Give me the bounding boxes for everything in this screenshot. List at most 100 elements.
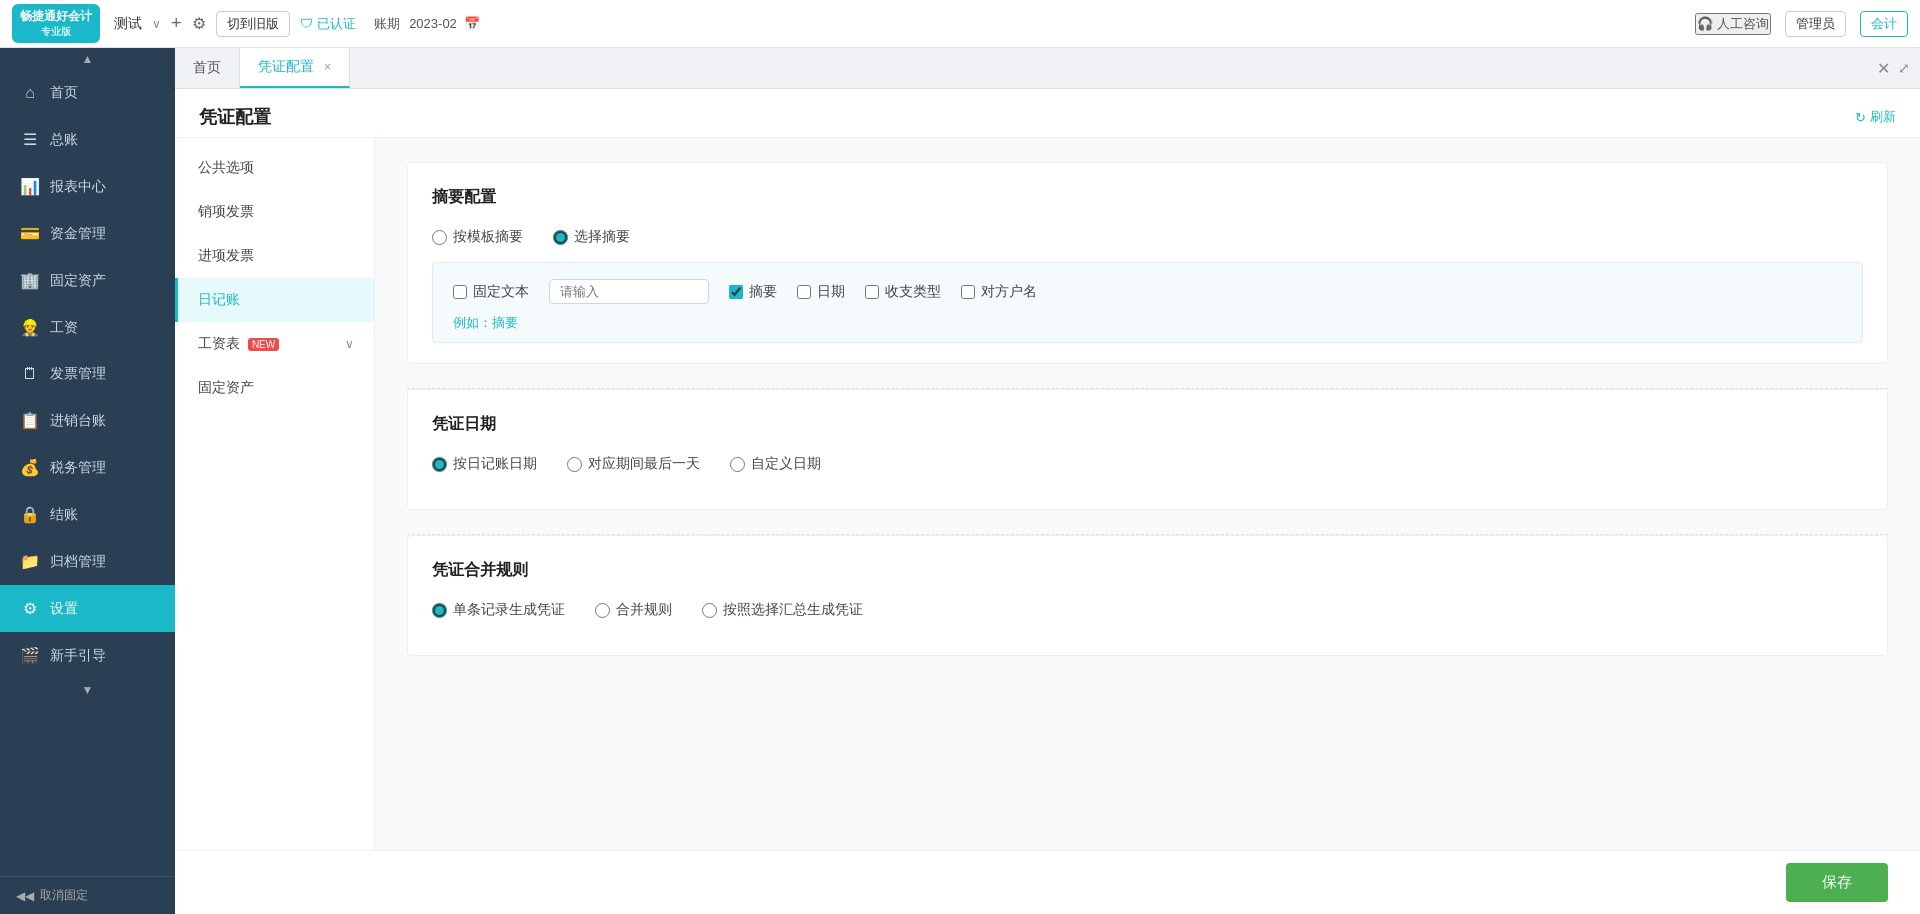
project-chevron-icon[interactable]: ∨ (152, 17, 161, 31)
left-nav-payroll-table[interactable]: 工资表 NEW ∨ (175, 322, 374, 366)
checkbox-summary[interactable]: 摘要 (729, 283, 777, 301)
config-layout: 公共选项 销项发票 进项发票 日记账 工资表 NEW (175, 138, 1920, 850)
sidebar-item-guide[interactable]: 🎬 新手引导 (0, 632, 175, 679)
logo-edition: 专业版 (41, 25, 71, 39)
top-bar: 畅捷通好会计 专业版 测试 ∨ + ⚙ 切到旧版 🛡 已认证 账期 2023-0… (0, 0, 1920, 48)
radio-merge-rule[interactable]: 合并规则 (595, 601, 672, 619)
checkbox-fixed-text[interactable]: 固定文本 (453, 283, 529, 301)
sidebar-item-settings[interactable]: ⚙ 设置 (0, 585, 175, 632)
report-icon: 📊 (20, 177, 40, 196)
tab-close-icon[interactable]: × (324, 60, 331, 74)
panel-close-button[interactable]: ✕ (1877, 59, 1890, 78)
checkbox-counterpart[interactable]: 对方户名 (961, 283, 1037, 301)
close-account-icon: 🔒 (20, 505, 40, 524)
save-bar: 保存 (175, 850, 1920, 914)
archive-icon: 📁 (20, 552, 40, 571)
logo-title: 畅捷通好会计 (20, 8, 92, 25)
left-nav-purchase-invoice[interactable]: 进项发票 (175, 234, 374, 278)
settings-gear-icon[interactable]: ⚙ (192, 14, 206, 33)
radio-single-record-input[interactable] (432, 603, 447, 618)
checkbox-income-type[interactable]: 收支类型 (865, 283, 941, 301)
switch-version-button[interactable]: 切到旧版 (216, 11, 290, 37)
settings-icon: ⚙ (20, 599, 40, 618)
admin-button[interactable]: 管理员 (1785, 11, 1846, 37)
sidebar-item-archive[interactable]: 📁 归档管理 (0, 538, 175, 585)
sidebar-item-ledger[interactable]: ☰ 总账 (0, 116, 175, 163)
radio-template-summary-input[interactable] (432, 230, 447, 245)
checkbox-date[interactable]: 日期 (797, 283, 845, 301)
tab-home[interactable]: 首页 (175, 49, 240, 87)
sidebar-item-report[interactable]: 📊 报表中心 (0, 163, 175, 210)
sidebar-item-home[interactable]: ⌂ 首页 (0, 70, 175, 116)
date-radio-group: 按日记账日期 对应期间最后一天 自定义日期 (432, 455, 1863, 473)
home-icon: ⌂ (20, 84, 40, 102)
period-label: 账期 2023-02 📅 (374, 15, 481, 33)
save-button[interactable]: 保存 (1786, 863, 1888, 902)
date-title: 凭证日期 (432, 414, 1863, 435)
support-button[interactable]: 🎧 人工咨询 (1695, 13, 1771, 35)
fixed-text-input[interactable] (549, 279, 709, 304)
checkbox-fixed-text-input[interactable] (453, 285, 467, 299)
sidebar-item-tax[interactable]: 💰 税务管理 (0, 444, 175, 491)
radio-select-summary-merge[interactable]: 按照选择汇总生成凭证 (702, 601, 863, 619)
left-nav-sales-invoice[interactable]: 销项发票 (175, 190, 374, 234)
date-section: 凭证日期 按日记账日期 对应期间最后一天 (407, 389, 1888, 510)
config-panel: 摘要配置 按模板摘要 选择摘要 (375, 138, 1920, 850)
tax-icon: 💰 (20, 458, 40, 477)
sidebar-item-capital[interactable]: 💳 资金管理 (0, 210, 175, 257)
radio-journal-date[interactable]: 按日记账日期 (432, 455, 537, 473)
payroll-icon: 👷 (20, 318, 40, 337)
project-name: 测试 (114, 15, 142, 33)
sidebar-item-fixed-asset-main[interactable]: 🏢 固定资产 (0, 257, 175, 304)
merge-radio-group: 单条记录生成凭证 合并规则 按照选择汇总生成凭证 (432, 601, 1863, 619)
refresh-button[interactable]: ↻ 刷新 (1855, 108, 1896, 126)
radio-select-summary[interactable]: 选择摘要 (553, 228, 630, 246)
sidebar-scroll-up[interactable]: ▲ (0, 48, 175, 70)
chevron-down-icon: ∨ (345, 337, 354, 351)
radio-period-last-input[interactable] (567, 457, 582, 472)
panel-expand-icon[interactable]: ⤢ (1898, 60, 1910, 76)
headset-icon: 🎧 (1697, 16, 1713, 31)
radio-custom-date[interactable]: 自定义日期 (730, 455, 821, 473)
sidebar-item-payroll[interactable]: 👷 工资 (0, 304, 175, 351)
merge-title: 凭证合并规则 (432, 560, 1863, 581)
radio-period-last[interactable]: 对应期间最后一天 (567, 455, 700, 473)
calendar-icon[interactable]: 📅 (464, 16, 480, 31)
radio-custom-date-input[interactable] (730, 457, 745, 472)
radio-select-summary-input[interactable] (553, 230, 568, 245)
content-area: 首页 凭证配置 × ✕ ⤢ 凭证配置 ↻ 刷新 (175, 48, 1920, 914)
app-logo: 畅捷通好会计 专业版 (12, 4, 100, 43)
summary-section: 摘要配置 按模板摘要 选择摘要 (407, 162, 1888, 364)
tab-voucher-config[interactable]: 凭证配置 × (240, 48, 350, 88)
checkbox-date-input[interactable] (797, 285, 811, 299)
left-nav-journal[interactable]: 日记账 (175, 278, 374, 322)
tab-bar-actions: ✕ ⤢ (1877, 59, 1920, 78)
radio-select-summary-merge-input[interactable] (702, 603, 717, 618)
sub-config-row: 固定文本 摘要 日期 (453, 279, 1842, 304)
sidebar-item-invoice-mgmt[interactable]: 🗒 发票管理 (0, 351, 175, 397)
guide-icon: 🎬 (20, 646, 40, 665)
checkbox-income-type-input[interactable] (865, 285, 879, 299)
shield-icon: 🛡 (300, 16, 313, 31)
period-value: 2023-02 (409, 16, 457, 31)
capital-icon: 💳 (20, 224, 40, 243)
sidebar-item-purchase-sales[interactable]: 📋 进销台账 (0, 397, 175, 444)
sidebar-item-close[interactable]: 🔒 结账 (0, 491, 175, 538)
fixed-asset-main-icon: 🏢 (20, 271, 40, 290)
checkbox-counterpart-input[interactable] (961, 285, 975, 299)
left-nav-fixed-asset[interactable]: 固定资产 (175, 366, 374, 410)
accountant-button[interactable]: 会计 (1860, 11, 1908, 37)
radio-merge-rule-input[interactable] (595, 603, 610, 618)
sidebar-scroll-down[interactable]: ▼ (0, 679, 175, 701)
page-title: 凭证配置 (199, 105, 271, 129)
cancel-fixed-button[interactable]: ◀◀ 取消固定 (0, 876, 175, 914)
radio-single-record[interactable]: 单条记录生成凭证 (432, 601, 565, 619)
radio-journal-date-input[interactable] (432, 457, 447, 472)
unpin-icon: ◀◀ (16, 889, 34, 903)
checkbox-summary-input[interactable] (729, 285, 743, 299)
radio-template-summary[interactable]: 按模板摘要 (432, 228, 523, 246)
refresh-icon: ↻ (1855, 110, 1866, 125)
add-button[interactable]: + (171, 13, 182, 34)
main-layout: ▲ ⌂ 首页 ☰ 总账 📊 报表中心 💳 资金管理 🏢 固定资产 👷 工资 🗒 … (0, 48, 1920, 914)
left-nav-public[interactable]: 公共选项 (175, 146, 374, 190)
